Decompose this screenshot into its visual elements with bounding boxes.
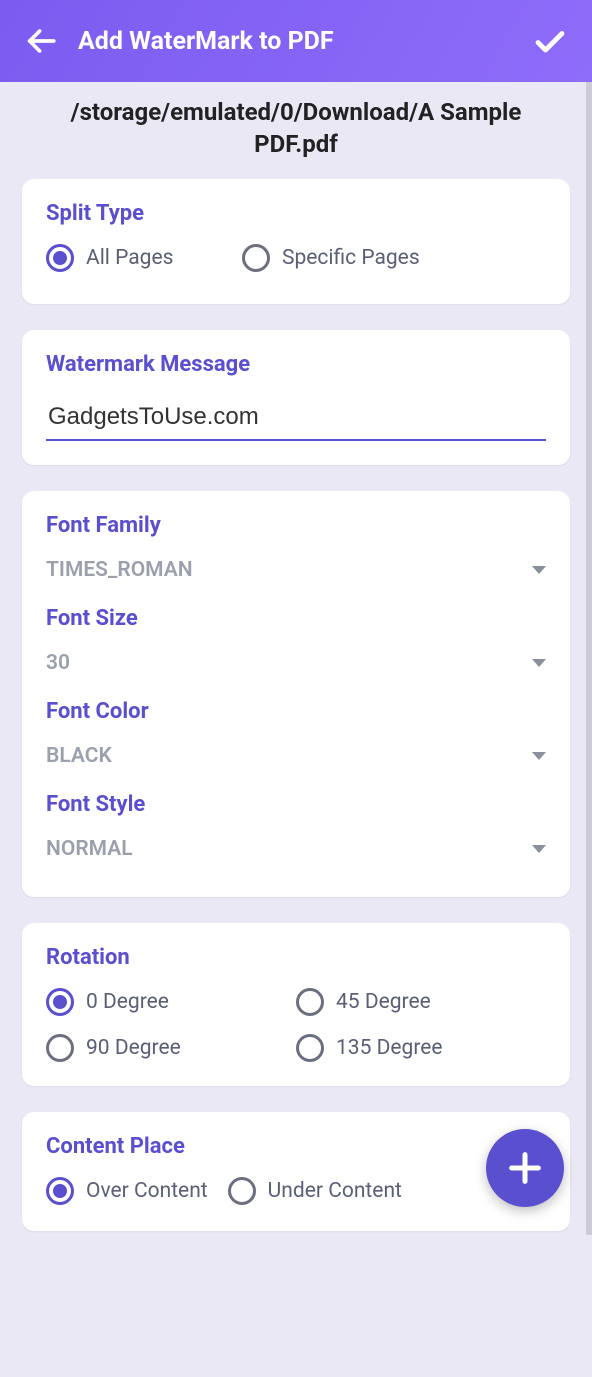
radio-icon [46,1034,74,1062]
check-icon [532,23,568,59]
font-style-select[interactable]: NORMAL [46,831,546,867]
radio-label: Over Content [86,1179,208,1203]
radio-90-degree[interactable]: 90 Degree [46,1034,296,1062]
radio-icon [46,1177,74,1205]
select-value: 30 [46,651,70,675]
radio-all-pages[interactable]: All Pages [46,244,216,272]
font-size-label: Font Size [46,606,546,631]
plus-icon [505,1148,545,1188]
select-value: TIMES_ROMAN [46,558,193,582]
back-button[interactable] [22,22,60,60]
rotation-heading: Rotation [46,945,546,970]
radio-over-content[interactable]: Over Content [46,1177,208,1205]
add-fab-button[interactable] [486,1129,564,1207]
font-color-label: Font Color [46,699,546,724]
font-family-select[interactable]: TIMES_ROMAN [46,552,546,588]
split-type-card: Split Type All Pages Specific Pages [22,179,570,304]
font-style-label: Font Style [46,792,546,817]
radio-icon [228,1177,256,1205]
radio-label: 135 Degree [336,1036,443,1060]
font-size-select[interactable]: 30 [46,645,546,681]
radio-0-degree[interactable]: 0 Degree [46,988,296,1016]
file-path-label: /storage/emulated/0/Download/A Sample PD… [0,82,592,179]
app-bar: Add WaterMark to PDF [0,0,592,82]
radio-under-content[interactable]: Under Content [228,1177,402,1205]
split-type-heading: Split Type [46,201,546,226]
chevron-down-icon [532,659,546,667]
font-color-select[interactable]: BLACK [46,738,546,774]
radio-label: Specific Pages [282,246,420,270]
radio-icon [46,988,74,1016]
page-title: Add WaterMark to PDF [78,27,530,56]
radio-45-degree[interactable]: 45 Degree [296,988,546,1016]
rotation-card: Rotation 0 Degree 45 Degree 90 Degree 13… [22,923,570,1086]
radio-label: 45 Degree [336,990,431,1014]
content-place-heading: Content Place [46,1134,546,1159]
radio-135-degree[interactable]: 135 Degree [296,1034,546,1062]
radio-icon [296,1034,324,1062]
select-value: BLACK [46,744,112,768]
watermark-card: Watermark Message [22,330,570,465]
font-card: Font Family TIMES_ROMAN Font Size 30 Fon… [22,491,570,897]
chevron-down-icon [532,845,546,853]
radio-label: Under Content [268,1179,402,1203]
radio-specific-pages[interactable]: Specific Pages [242,244,420,272]
watermark-input[interactable] [46,395,546,441]
font-family-label: Font Family [46,513,546,538]
arrow-left-icon [24,24,58,58]
radio-icon [242,244,270,272]
confirm-button[interactable] [530,21,570,61]
scrollbar[interactable] [586,82,592,1235]
radio-label: All Pages [86,246,173,270]
rotation-group: 0 Degree 45 Degree 90 Degree 135 Degree [46,988,546,1062]
split-type-group: All Pages Specific Pages [46,244,546,280]
watermark-heading: Watermark Message [46,352,546,377]
chevron-down-icon [532,566,546,574]
content-place-group: Over Content Under Content [46,1177,546,1213]
select-value: NORMAL [46,837,133,861]
radio-label: 90 Degree [86,1036,181,1060]
radio-icon [296,988,324,1016]
chevron-down-icon [532,752,546,760]
radio-label: 0 Degree [86,990,169,1014]
radio-icon [46,244,74,272]
